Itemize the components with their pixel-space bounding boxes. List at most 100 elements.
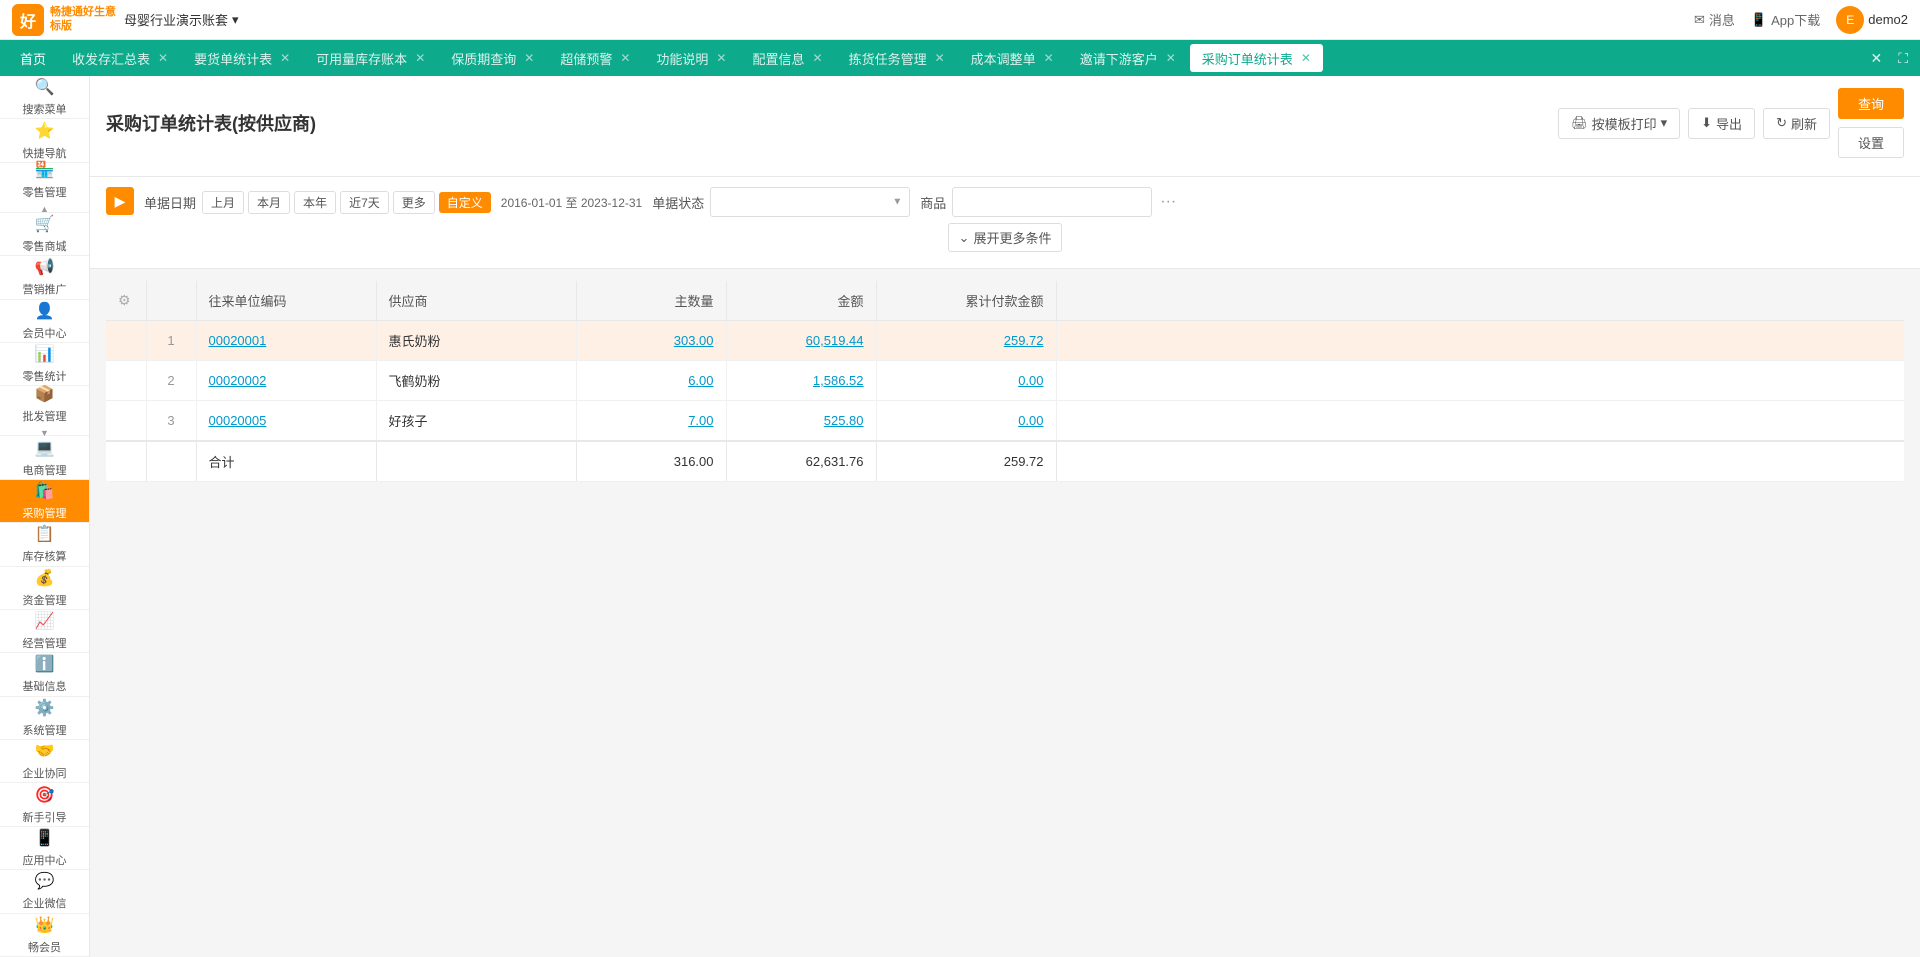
sidebar-item-ecommerce[interactable]: 💻 电商管理 (0, 436, 89, 479)
sidebar-item-retail-stat[interactable]: 📊 零售统计 (0, 343, 89, 386)
shortcut-last-month[interactable]: 上月 (202, 191, 244, 214)
tab-yaoqingxiayou[interactable]: 邀请下游客户 ✕ (1068, 44, 1188, 72)
download-icon: 📱 (1751, 12, 1767, 28)
tab-chaochuyujing[interactable]: 超储预警 ✕ (548, 44, 642, 72)
close-tab-button[interactable]: ✕ (1866, 48, 1886, 69)
logo-icon: 好 (12, 4, 44, 36)
column-settings-icon[interactable]: ⚙ (118, 292, 131, 308)
close-icon[interactable]: ✕ (158, 51, 168, 65)
laptop-icon: 💻 (35, 438, 55, 458)
message-button[interactable]: ✉ 消息 (1694, 10, 1735, 29)
shortcut-this-year[interactable]: 本年 (294, 191, 336, 214)
sidebar-item-search[interactable]: 🔍 搜索菜单 (0, 76, 89, 119)
sidebar-item-member[interactable]: 👤 会员中心 (0, 300, 89, 343)
cell-main-qty: 7.00 (576, 401, 726, 442)
target-icon: 🎯 (35, 785, 55, 805)
filter-section: ▶ 单据日期 上月 本月 本年 近7天 更多 自定义 (90, 177, 1920, 269)
chart-icon: 📊 (35, 344, 55, 364)
page-actions: 🖨 按模板打印 ▾ ⬇ 导出 ↻ 刷新 查询 (1558, 88, 1904, 158)
table-row[interactable]: 2 00020002 飞鹤奶粉 6.00 1,586.52 (106, 361, 1904, 401)
close-icon[interactable]: ✕ (620, 51, 630, 65)
tab-home[interactable]: 首页 (8, 44, 58, 72)
cell-paid-amount: 259.72 (876, 321, 1056, 361)
maximize-button[interactable]: ⛶ (1894, 48, 1912, 69)
sidebar-item-appcenter[interactable]: 📱 应用中心 (0, 827, 89, 870)
sidebar-item-newbie[interactable]: 🎯 新手引导 (0, 783, 89, 826)
status-select[interactable] (710, 187, 910, 217)
goods-input[interactable] (952, 187, 1152, 217)
tab-gongneng[interactable]: 功能说明 ✕ (644, 44, 738, 72)
shortcut-this-month[interactable]: 本月 (248, 191, 290, 214)
expand-more-button[interactable]: ⌄ 展开更多条件 (948, 223, 1063, 252)
tab-peizhi[interactable]: 配置信息 ✕ (740, 44, 834, 72)
sidebar-item-vip[interactable]: 👑 畅会员 (0, 914, 89, 957)
sidebar-item-shortcut[interactable]: ⭐ 快捷导航 (0, 119, 89, 162)
close-icon[interactable]: ✕ (1044, 51, 1054, 65)
date-range-item: 2016-01-01 至 2023-12-31 (501, 194, 642, 211)
tab-baozhiqi[interactable]: 保质期查询 ✕ (439, 44, 546, 72)
cell-main-qty: 303.00 (576, 321, 726, 361)
top-bar: 好 畅捷通好生意 标版 母婴行业演示账套 ▾ ✉ 消息 📱 App下载 E de… (0, 0, 1920, 40)
app-download-button[interactable]: 📱 App下载 (1751, 10, 1820, 29)
shortcut-7days[interactable]: 近7天 (340, 191, 389, 214)
refresh-icon: ↻ (1776, 115, 1787, 131)
clipboard-icon: 📋 (35, 524, 55, 544)
sidebar-item-cooperation[interactable]: 🤝 企业协同 (0, 740, 89, 783)
date-label: 单据日期 (144, 193, 196, 212)
close-icon[interactable]: ✕ (813, 51, 823, 65)
tab-peihuorenwu[interactable]: 拣货任务管理 ✕ (837, 44, 957, 72)
tab-keyongliang[interactable]: 可用量库存账本 ✕ (304, 44, 437, 72)
custom-date-badge[interactable]: 自定义 (439, 192, 491, 213)
query-button[interactable]: 查询 (1838, 88, 1904, 119)
export-button[interactable]: ⬇ 导出 (1688, 108, 1755, 139)
chevron-up-icon: ▲ (40, 204, 49, 214)
cell-index: 3 (146, 401, 196, 442)
sidebar-item-retail[interactable]: 🏪 零售管理 ▲ (0, 163, 89, 213)
template-print-button[interactable]: 🖨 按模板打印 ▾ (1558, 108, 1680, 139)
sidebar-item-marketing[interactable]: 📢 营销推广 (0, 256, 89, 299)
sidebar-item-wechat[interactable]: 💬 企业微信 (0, 870, 89, 913)
sidebar-item-inventory[interactable]: 📋 库存核算 (0, 523, 89, 566)
sidebar-item-purchase[interactable]: 🛍️ 采购管理 (0, 480, 89, 523)
table-area: ⚙ 往来单位编码 供应商 主数量 金额 累计付款金额 (90, 269, 1920, 957)
workspace-dropdown[interactable]: 母婴行业演示账套 ▾ (124, 10, 239, 29)
col-extra (1056, 281, 1904, 321)
cell-extra (1056, 361, 1904, 401)
chevron-down-icon: ▼ (40, 428, 49, 438)
close-icon[interactable]: ✕ (280, 51, 290, 65)
search-icon: 🔍 (35, 77, 55, 97)
close-icon[interactable]: ✕ (1166, 51, 1176, 65)
sidebar-item-basic-info[interactable]: ℹ️ 基础信息 (0, 653, 89, 696)
col-amount: 金额 (726, 281, 876, 321)
nav-right-actions: ✕ ⛶ (1866, 48, 1912, 69)
close-icon[interactable]: ✕ (1301, 51, 1311, 65)
cell-partner-code: 00020005 (196, 401, 376, 442)
tab-yaohuo[interactable]: 要货单统计表 ✕ (182, 44, 302, 72)
close-icon[interactable]: ✕ (935, 51, 945, 65)
settings-button[interactable]: 设置 (1838, 127, 1904, 158)
sidebar-item-operations[interactable]: 📈 经营管理 (0, 610, 89, 653)
goods-label: 商品 (920, 193, 946, 212)
table-row[interactable]: 3 00020005 好孩子 7.00 525.80 0 (106, 401, 1904, 442)
expand-button[interactable]: ▶ (106, 187, 134, 215)
refresh-button[interactable]: ↻ 刷新 (1763, 108, 1830, 139)
footer-main-qty: 316.00 (576, 441, 726, 482)
col-main-qty: 主数量 (576, 281, 726, 321)
tab-chengbentiaoz[interactable]: 成本调整单 ✕ (959, 44, 1066, 72)
avatar: E (1836, 6, 1864, 34)
close-icon[interactable]: ✕ (415, 51, 425, 65)
sidebar-item-wholesale[interactable]: 📦 批发管理 ▼ (0, 386, 89, 436)
cell-supplier: 好孩子 (376, 401, 576, 442)
close-icon[interactable]: ✕ (524, 51, 534, 65)
close-icon[interactable]: ✕ (716, 51, 726, 65)
sidebar-item-system[interactable]: ⚙️ 系统管理 (0, 697, 89, 740)
more-options-icon[interactable]: ··· (1156, 193, 1180, 211)
sidebar-item-finance[interactable]: 💰 资金管理 (0, 567, 89, 610)
user-profile[interactable]: E demo2 (1836, 6, 1908, 34)
table-row[interactable]: 1 00020001 惠氏奶粉 303.00 60,519.44 (106, 321, 1904, 361)
tab-shoufahui[interactable]: 收发存汇总表 ✕ (60, 44, 180, 72)
sidebar-item-retail-shop[interactable]: 🛒 零售商城 (0, 213, 89, 256)
tab-caigoudingdan[interactable]: 采购订单统计表 ✕ (1190, 44, 1323, 72)
col-settings: ⚙ (106, 281, 146, 321)
shortcut-more[interactable]: 更多 (393, 191, 435, 214)
